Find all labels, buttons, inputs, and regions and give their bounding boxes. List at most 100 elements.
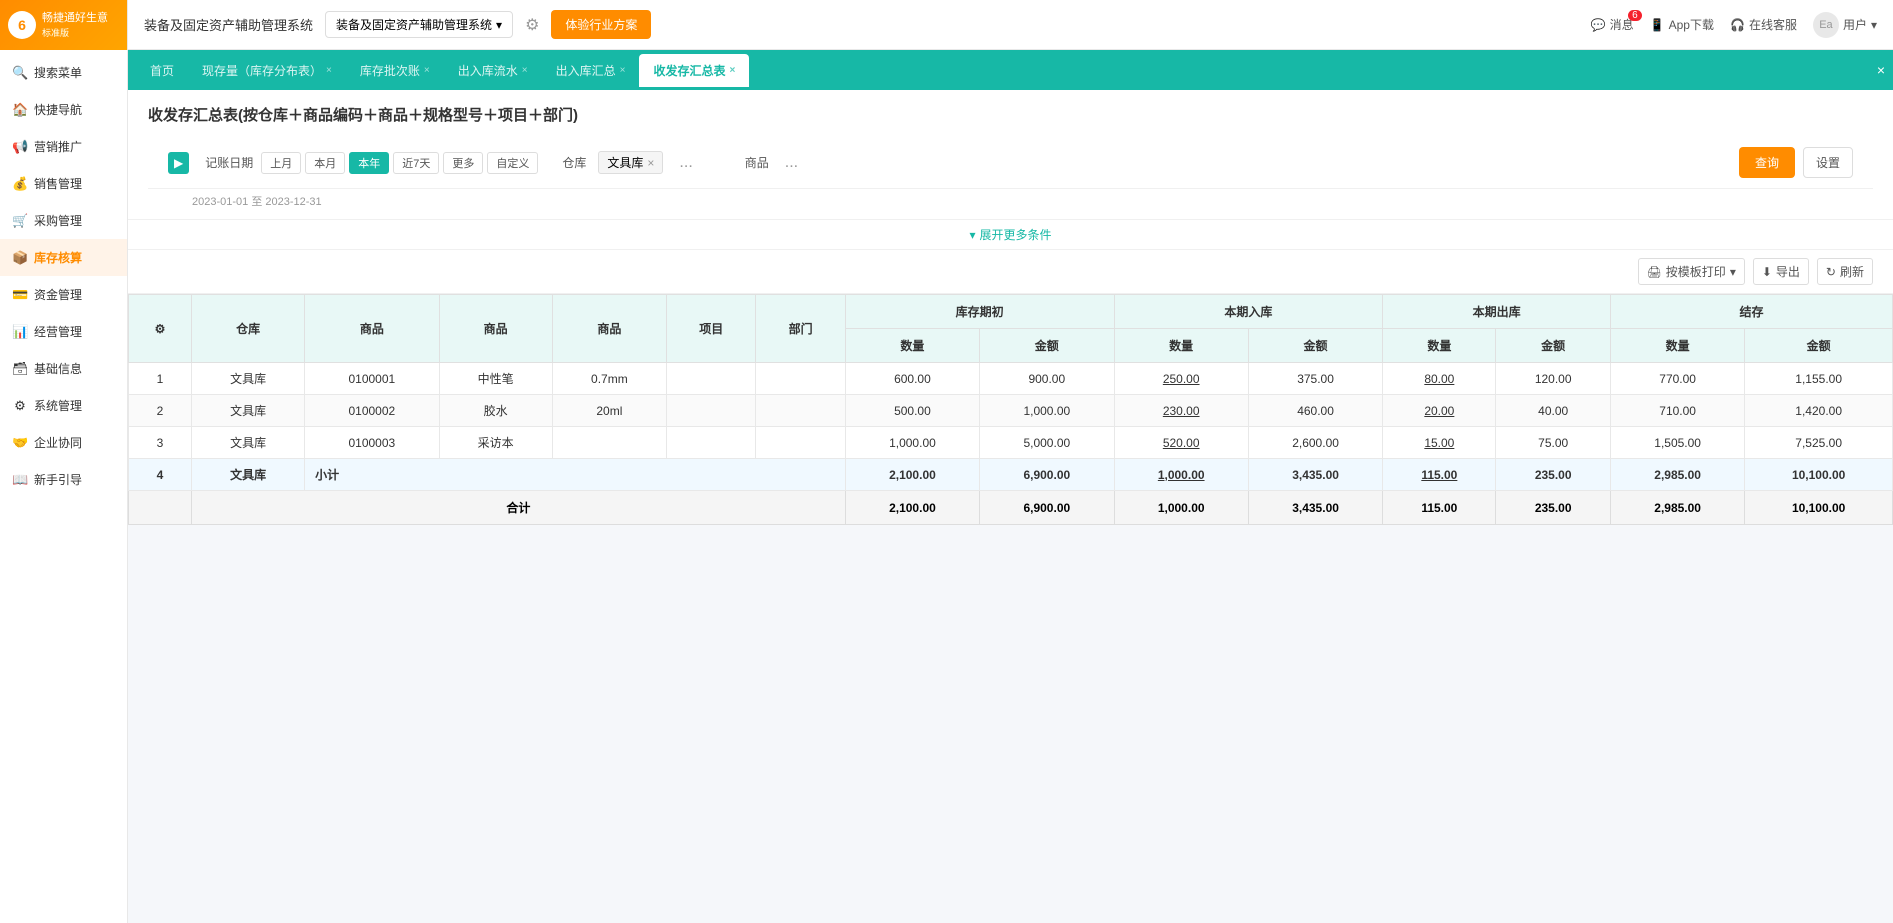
sidebar-icon-cooperation: 🤝: [12, 435, 28, 451]
row-out-qty-1[interactable]: 20.00: [1383, 395, 1496, 427]
headset-icon: 🎧: [1730, 18, 1745, 32]
tab-label-summary: 出入库汇总: [556, 62, 616, 79]
table-settings-header[interactable]: ⚙: [129, 295, 192, 363]
page-header: 收发存汇总表(按仓库＋商品编码＋商品＋规格型号＋项目＋部门) ▶ 记账日期 上月…: [128, 90, 1893, 220]
sidebar-item-search[interactable]: 🔍 搜索菜单: [0, 54, 127, 91]
sidebar-item-system[interactable]: ⚙ 系统管理: [0, 387, 127, 424]
export-button[interactable]: ⬇ 导出: [1753, 258, 1809, 285]
content-wrapper: 收发存汇总表(按仓库＋商品编码＋商品＋规格型号＋项目＋部门) ▶ 记账日期 上月…: [128, 90, 1893, 525]
sidebar-item-inventory[interactable]: 📦 库存核算: [0, 239, 127, 276]
table-wrapper: ⚙ 仓库 商品 商品 商品 项目 部门 库存期初 本期入库 本期出库 结存: [128, 294, 1893, 525]
tab-close-inout[interactable]: ×: [522, 65, 528, 76]
tab-home[interactable]: 首页: [136, 54, 188, 87]
warehouse-tag[interactable]: 文具库 ×: [598, 151, 663, 174]
set-button[interactable]: 设置: [1803, 147, 1853, 178]
row-out-qty-2[interactable]: 15.00: [1383, 427, 1496, 459]
warehouse-more-icon[interactable]: ...: [679, 154, 692, 172]
user-label: 用户: [1843, 16, 1867, 33]
row-close-qty-1: 710.00: [1610, 395, 1744, 427]
sidebar-item-assets[interactable]: 💳 资金管理: [0, 276, 127, 313]
message-item[interactable]: 💬 消息 6: [1591, 16, 1634, 33]
tab-close-batch[interactable]: ×: [424, 65, 430, 76]
sidebar-item-quick[interactable]: 🏠 快捷导航: [0, 91, 127, 128]
print-chevron-icon: ▾: [1730, 265, 1736, 279]
date-btn-上月[interactable]: 上月: [261, 152, 301, 174]
col-open-qty-header: 数量: [845, 329, 979, 363]
query-button[interactable]: 查询: [1739, 147, 1795, 178]
refresh-icon: ↻: [1826, 265, 1836, 279]
sidebar-icon-assets: 💳: [12, 287, 28, 303]
expand-button[interactable]: ▾ 展开更多条件: [969, 226, 1051, 243]
row-in-qty-2[interactable]: 520.00: [1114, 427, 1248, 459]
online-service-item[interactable]: 🎧 在线客服: [1730, 16, 1797, 33]
sidebar-label-system: 系统管理: [34, 397, 82, 414]
expand-chevron-icon: ▾: [969, 228, 975, 242]
row-open-amt-2: 5,000.00: [980, 427, 1114, 459]
sidebar-item-basic[interactable]: 🗃 基础信息: [0, 350, 127, 387]
gear-icon[interactable]: ⚙: [525, 15, 539, 35]
tab-close-summary[interactable]: ×: [620, 65, 626, 76]
app-download-label: App下载: [1669, 16, 1714, 33]
subtotal-out-qty[interactable]: 115.00: [1383, 459, 1496, 491]
refresh-label: 刷新: [1840, 263, 1864, 280]
tab-close-collect[interactable]: ×: [729, 65, 735, 76]
col-out-header: 本期出库: [1383, 295, 1611, 329]
table-row: 1 文具库 0100001 中性笔 0.7mm 600.00 900.00 25…: [129, 363, 1893, 395]
footer-out-qty: 115.00: [1383, 491, 1496, 525]
settings-icon: ⚙: [155, 322, 166, 336]
subtotal-no: 4: [129, 459, 192, 491]
row-close-amt-1: 1,420.00: [1745, 395, 1893, 427]
date-btn-本年[interactable]: 本年: [349, 152, 389, 174]
sidebar-label-basic: 基础信息: [34, 360, 82, 377]
col-opening-header: 库存期初: [845, 295, 1114, 329]
sidebar-item-sales[interactable]: 💰 销售管理: [0, 165, 127, 202]
sidebar-item-cooperation[interactable]: 🤝 企业协同: [0, 424, 127, 461]
sidebar-item-purchase[interactable]: 🛒 采购管理: [0, 202, 127, 239]
tab-collect[interactable]: 收发存汇总表 ×: [639, 54, 749, 87]
print-button[interactable]: 🖨 按模板打印 ▾: [1638, 258, 1745, 285]
col-code-header: 商品: [305, 295, 439, 363]
warehouse-tag-remove[interactable]: ×: [647, 156, 654, 170]
row-in-qty-1[interactable]: 230.00: [1114, 395, 1248, 427]
row-out-amt-1: 40.00: [1496, 395, 1611, 427]
row-code-2: 0100003: [305, 427, 439, 459]
col-in-header: 本期入库: [1114, 295, 1383, 329]
sidebar-icon-guide: 📖: [12, 472, 28, 488]
system-selector[interactable]: 装备及固定资产辅助管理系统 ▾: [325, 11, 513, 38]
tab-inventory[interactable]: 现存量（库存分布表） ×: [188, 54, 346, 87]
table-row: 2 文具库 0100002 胶水 20ml 500.00 1,000.00 23…: [129, 395, 1893, 427]
page-title: 收发存汇总表(按仓库＋商品编码＋商品＋规格型号＋项目＋部门): [148, 104, 1873, 125]
app-download-item[interactable]: 📱 App下载: [1650, 16, 1714, 33]
tab-summary[interactable]: 出入库汇总 ×: [542, 54, 640, 87]
arrow-toggle[interactable]: ▶: [168, 152, 189, 174]
sidebar-label-inventory: 库存核算: [34, 249, 82, 266]
tabs-close-all[interactable]: ×: [1877, 62, 1885, 78]
date-btn-近7天[interactable]: 近7天: [393, 152, 439, 174]
row-dept-0: [756, 363, 845, 395]
sidebar-item-operation[interactable]: 📊 经营管理: [0, 313, 127, 350]
row-dept-2: [756, 427, 845, 459]
sidebar-title-block: 畅捷通好生意 标准版: [42, 11, 108, 38]
refresh-button[interactable]: ↻ 刷新: [1817, 258, 1873, 285]
sidebar-item-marketing[interactable]: 📢 营销推广: [0, 128, 127, 165]
tab-inout[interactable]: 出入库流水 ×: [444, 54, 542, 87]
row-out-qty-0[interactable]: 80.00: [1383, 363, 1496, 395]
date-btn-自定义[interactable]: 自定义: [487, 152, 538, 174]
filter-toggle-icon[interactable]: ▶: [168, 152, 189, 174]
date-btn-本月[interactable]: 本月: [305, 152, 345, 174]
product-filter-label: 商品: [745, 154, 769, 171]
sidebar-item-guide[interactable]: 📖 新手引导: [0, 461, 127, 498]
sidebar-label-guide: 新手引导: [34, 471, 82, 488]
tab-batch[interactable]: 库存批次账 ×: [346, 54, 444, 87]
subtotal-open-qty: 2,100.00: [845, 459, 979, 491]
sidebar-icon-marketing: 📢: [12, 139, 28, 155]
row-in-qty-0[interactable]: 250.00: [1114, 363, 1248, 395]
experience-button[interactable]: 体验行业方案: [551, 10, 651, 39]
footer-in-qty: 1,000.00: [1114, 491, 1248, 525]
tab-close-inventory[interactable]: ×: [326, 65, 332, 76]
subtotal-in-qty[interactable]: 1,000.00: [1114, 459, 1248, 491]
user-item[interactable]: Ea 用户 ▾: [1813, 12, 1877, 38]
product-more-icon[interactable]: ...: [785, 154, 798, 172]
selector-label: 装备及固定资产辅助管理系统: [336, 16, 492, 33]
date-btn-更多[interactable]: 更多: [443, 152, 483, 174]
